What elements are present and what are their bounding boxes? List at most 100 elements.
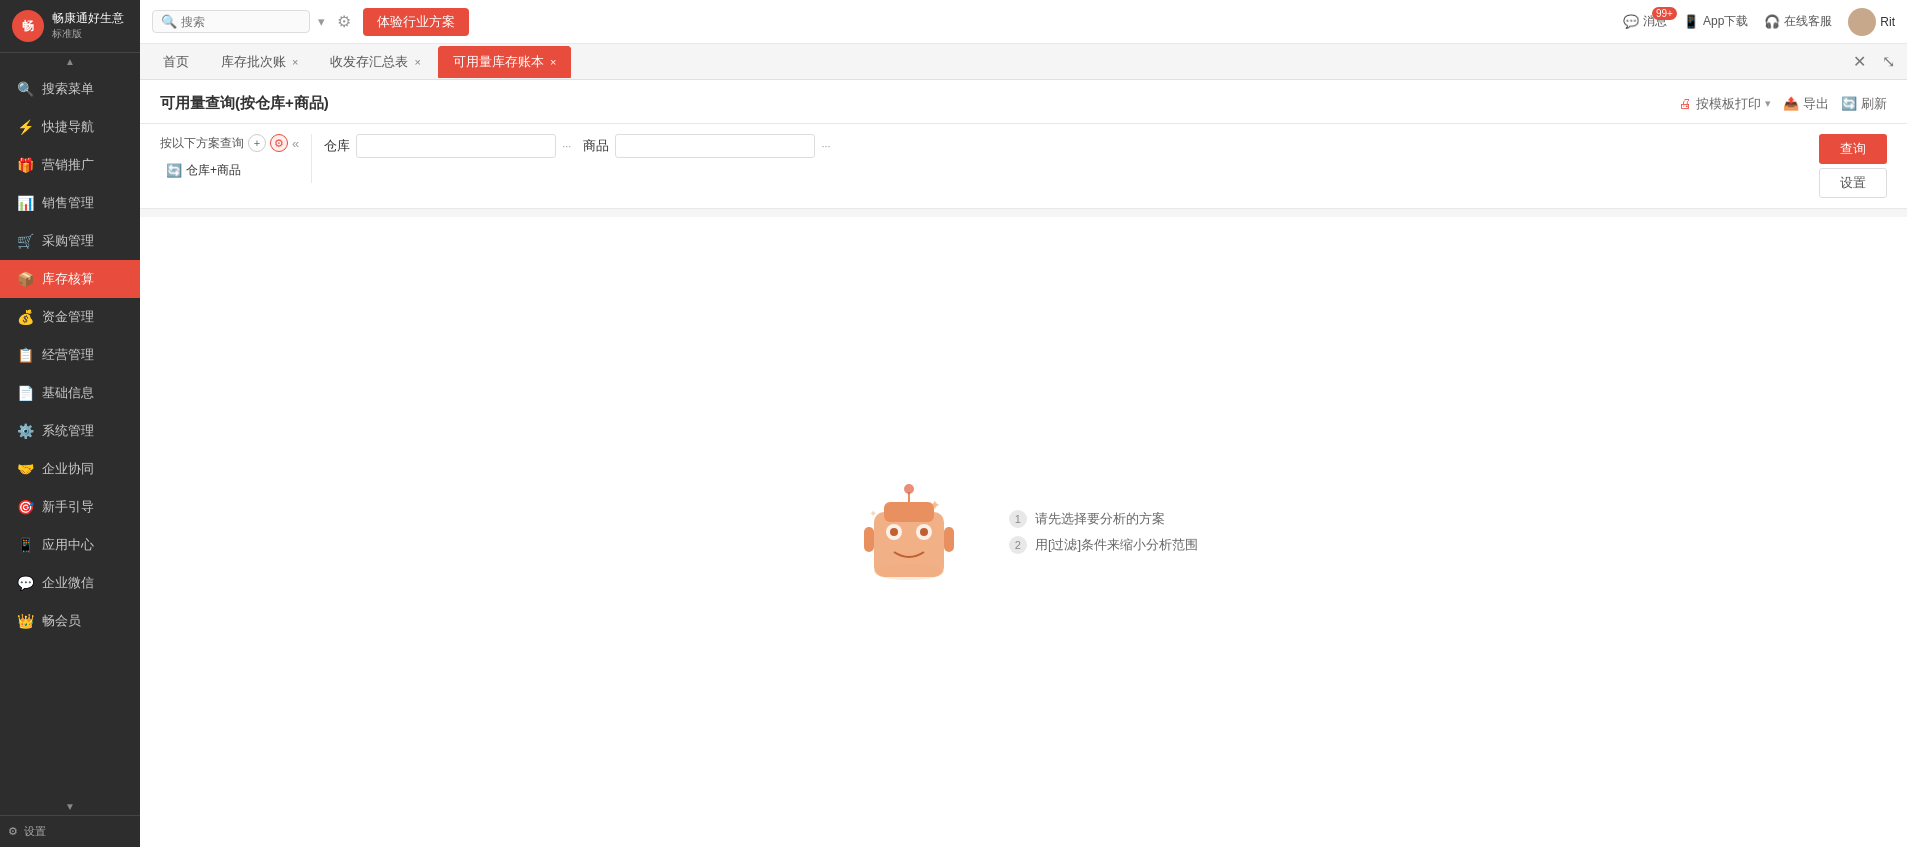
tab-home-label: 首页	[163, 53, 189, 71]
sidebar-item-system[interactable]: ⚙️ 系统管理	[0, 412, 140, 450]
sidebar-item-app-center[interactable]: 📱 应用中心	[0, 526, 140, 564]
collapse-icon[interactable]: «	[292, 136, 299, 151]
query-button[interactable]: 查询	[1819, 134, 1887, 164]
tab-available-ledger[interactable]: 可用量库存账本 ×	[438, 46, 571, 78]
tab-collect-summary[interactable]: 收发存汇总表 ×	[315, 46, 435, 78]
sidebar-label-quick-nav: 快捷导航	[42, 118, 94, 136]
filter-actions: 查询 设置	[1819, 134, 1887, 198]
content-area: 可用量查询(按仓库+商品) 🖨 按模板打印 ▾ 📤 导出 🔄 刷新	[140, 80, 1907, 847]
avatar	[1848, 8, 1876, 36]
purchase-icon: 🛒	[16, 232, 34, 250]
search-icon: 🔍	[161, 14, 177, 29]
sidebar-label-search: 搜索菜单	[42, 80, 94, 98]
tab-batch-account-close[interactable]: ×	[292, 56, 298, 68]
sidebar-item-quick-nav[interactable]: ⚡ 快捷导航	[0, 108, 140, 146]
sidebar-item-operations[interactable]: 📋 经营管理	[0, 336, 140, 374]
product-label: 商品	[583, 137, 609, 155]
svg-text:✦: ✦	[869, 508, 877, 519]
sidebar-item-basic-info[interactable]: 📄 基础信息	[0, 374, 140, 412]
close-tab-button[interactable]: ✕	[1849, 50, 1870, 73]
empty-hint-item-1: 1 请先选择要分析的方案	[1009, 510, 1198, 528]
warehouse-label: 仓库	[324, 137, 350, 155]
message-icon: 💬	[1623, 14, 1639, 29]
scheme-active-icon: 🔄	[166, 163, 182, 178]
warehouse-more-btn[interactable]: ···	[562, 140, 571, 152]
settings-button[interactable]: 设置	[1819, 168, 1887, 198]
scheme-item-warehouse-product[interactable]: 🔄 仓库+商品	[160, 158, 299, 183]
svg-rect-2	[884, 502, 934, 522]
expand-tab-button[interactable]: ⤡	[1878, 50, 1899, 73]
print-action[interactable]: 🖨 按模板打印 ▾	[1679, 95, 1771, 113]
print-dropdown-icon[interactable]: ▾	[1765, 97, 1771, 110]
filter-scheme-header: 按以下方案查询 + ⚙ «	[160, 134, 299, 152]
user-menu[interactable]: Rit	[1848, 8, 1895, 36]
tab-batch-account[interactable]: 库存批次账 ×	[206, 46, 313, 78]
tab-available-ledger-close[interactable]: ×	[550, 56, 556, 68]
export-action[interactable]: 📤 导出	[1783, 95, 1829, 113]
sidebar-item-marketing[interactable]: 🎁 营销推广	[0, 146, 140, 184]
dropdown-icon[interactable]: ▾	[318, 14, 325, 29]
sidebar-item-guide[interactable]: 🎯 新手引导	[0, 488, 140, 526]
app-download-button[interactable]: 📱 App下载	[1683, 13, 1748, 30]
sidebar-item-member[interactable]: 👑 畅会员	[0, 602, 140, 640]
hint-text-1: 请先选择要分析的方案	[1035, 510, 1165, 528]
sidebar-item-finance[interactable]: 💰 资金管理	[0, 298, 140, 336]
gear-icon[interactable]: ⚙	[333, 8, 355, 35]
message-button[interactable]: 💬 消息 99+	[1623, 13, 1667, 30]
filter-scheme: 按以下方案查询 + ⚙ « 🔄 仓库+商品	[160, 134, 312, 183]
print-label: 按模板打印	[1696, 95, 1761, 113]
operations-icon: 📋	[16, 346, 34, 364]
system-icon: ⚙️	[16, 422, 34, 440]
filter-scheme-title: 按以下方案查询	[160, 135, 244, 152]
warehouse-input[interactable]	[356, 134, 556, 158]
wechat-icon: 💬	[16, 574, 34, 592]
sidebar-nav: 🔍 搜索菜单 ⚡ 快捷导航 🎁 营销推广 📊 销售管理 🛒 采购管理 📦 库存核…	[0, 70, 140, 798]
sidebar-item-search[interactable]: 🔍 搜索菜单	[0, 70, 140, 108]
svg-text:✦: ✦	[929, 497, 941, 513]
sidebar-app-title: 畅康通好生意	[52, 11, 124, 27]
settings-scheme-button[interactable]: ⚙	[270, 134, 288, 152]
export-label: 导出	[1803, 95, 1829, 113]
refresh-action[interactable]: 🔄 刷新	[1841, 95, 1887, 113]
tab-home[interactable]: 首页	[148, 46, 204, 78]
sidebar-logo: 畅	[12, 10, 44, 42]
empty-content: ✦ ✦ 1 请先选择要分析的方案 2 用[过滤]条件来缩小分析范围	[849, 472, 1198, 592]
sidebar-label-purchase: 采购管理	[42, 232, 94, 250]
svg-rect-7	[864, 527, 874, 552]
trial-button[interactable]: 体验行业方案	[363, 8, 469, 36]
add-scheme-button[interactable]: +	[248, 134, 266, 152]
sidebar-item-sales[interactable]: 📊 销售管理	[0, 184, 140, 222]
filter-area: 按以下方案查询 + ⚙ « 🔄 仓库+商品 仓库 ··· 商品	[140, 124, 1907, 209]
sidebar-label-cooperation: 企业协同	[42, 460, 94, 478]
sidebar-scroll-up[interactable]: ▲	[0, 53, 140, 70]
sidebar-label-app-center: 应用中心	[42, 536, 94, 554]
sidebar-item-inventory[interactable]: 📦 库存核算	[0, 260, 140, 298]
svg-rect-8	[944, 527, 954, 552]
tabs-right-actions: ✕ ⤡	[1849, 50, 1899, 73]
search-input[interactable]	[181, 15, 301, 29]
sidebar-scroll-down[interactable]: ▼	[0, 798, 140, 815]
sidebar-label-finance: 资金管理	[42, 308, 94, 326]
topbar: 🔍 ▾ ⚙ 体验行业方案 💬 消息 99+ 📱 App下载 🎧 在线客服 Rit	[140, 0, 1907, 44]
cooperation-icon: 🤝	[16, 460, 34, 478]
tab-collect-summary-close[interactable]: ×	[414, 56, 420, 68]
sidebar-footer[interactable]: ⚙ 设置	[0, 815, 140, 847]
topbar-search-box[interactable]: 🔍	[152, 10, 310, 33]
sidebar-label-basic-info: 基础信息	[42, 384, 94, 402]
page-title: 可用量查询(按仓库+商品)	[160, 94, 329, 113]
sidebar-header: 畅 畅康通好生意 标准版	[0, 0, 140, 53]
empty-hint: 1 请先选择要分析的方案 2 用[过滤]条件来缩小分析范围	[1009, 510, 1198, 554]
product-input[interactable]	[615, 134, 815, 158]
sidebar-label-system: 系统管理	[42, 422, 94, 440]
hint-num-1: 1	[1009, 510, 1027, 528]
online-service-button[interactable]: 🎧 在线客服	[1764, 13, 1832, 30]
svg-point-10	[904, 484, 914, 494]
sidebar-item-purchase[interactable]: 🛒 采购管理	[0, 222, 140, 260]
sidebar-item-cooperation[interactable]: 🤝 企业协同	[0, 450, 140, 488]
filter-field-warehouse: 仓库 ···	[324, 134, 571, 158]
product-more-btn[interactable]: ···	[821, 140, 830, 152]
marketing-icon: 🎁	[16, 156, 34, 174]
sidebar-item-wechat[interactable]: 💬 企业微信	[0, 564, 140, 602]
empty-svg: ✦ ✦	[849, 472, 969, 592]
sidebar-label-member: 畅会员	[42, 612, 81, 630]
